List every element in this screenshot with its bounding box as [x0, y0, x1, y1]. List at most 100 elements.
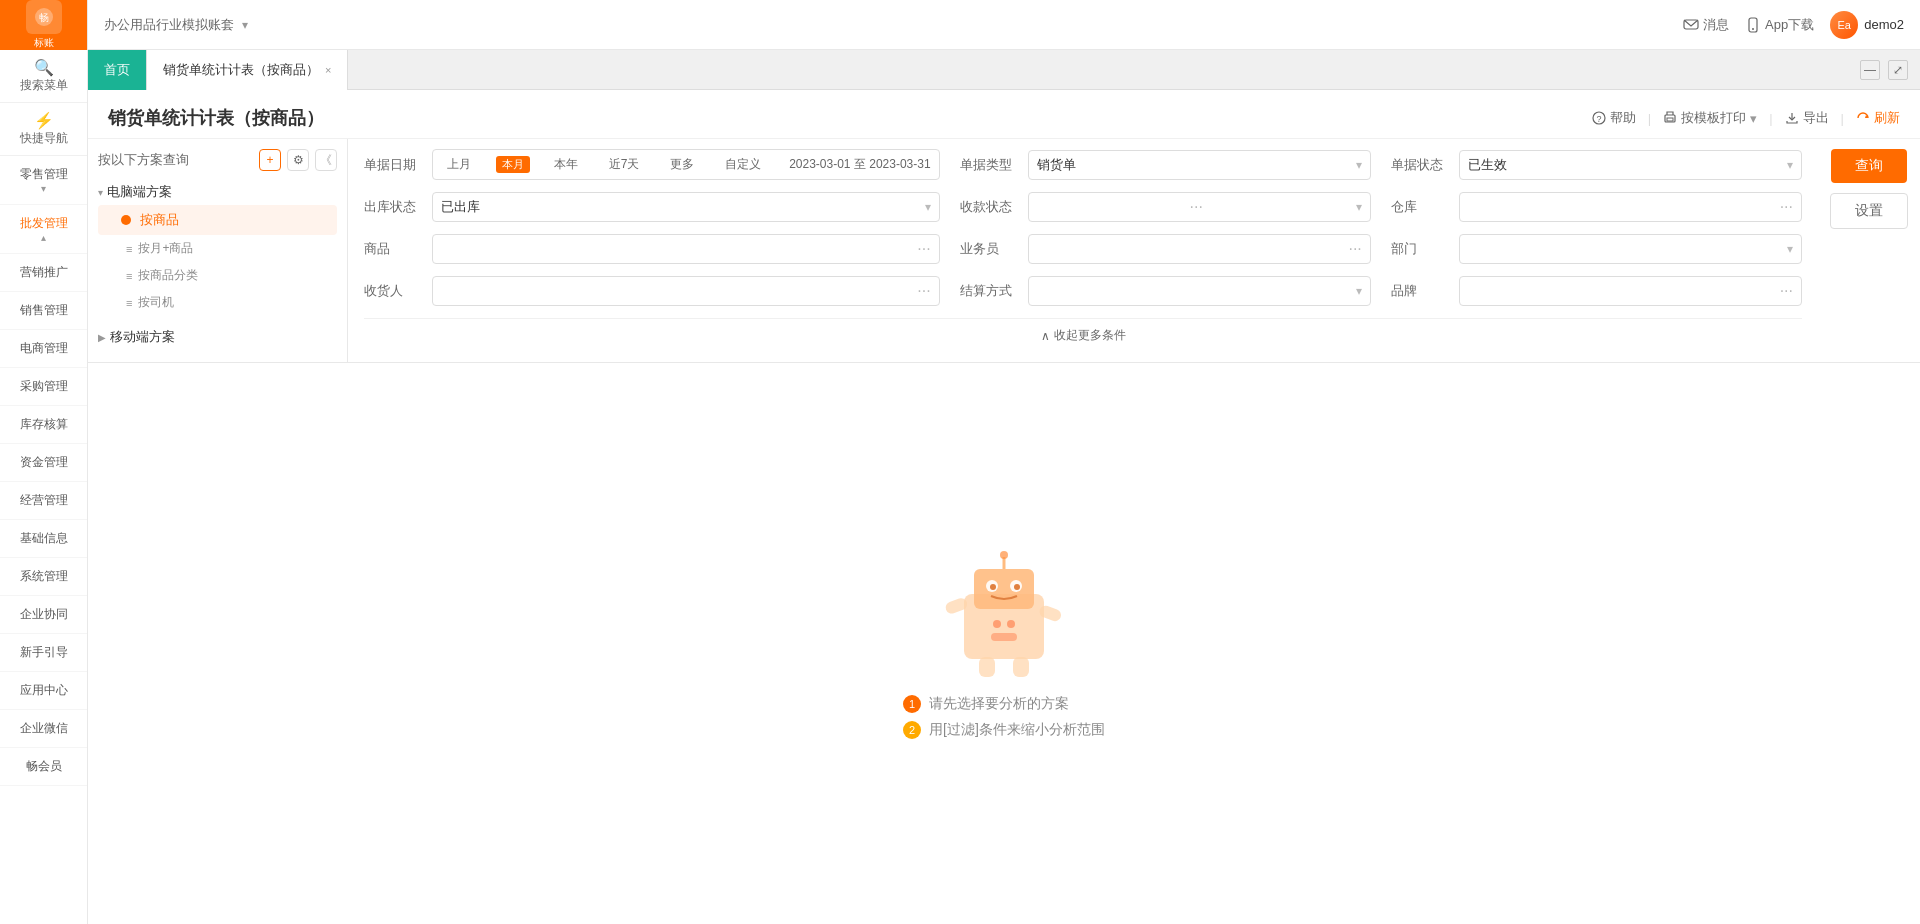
- receiver-dots[interactable]: ···: [917, 282, 930, 300]
- sidebar-item-wholesale[interactable]: 批发管理 ▴: [0, 205, 87, 254]
- help-button[interactable]: ? 帮助: [1592, 109, 1636, 127]
- sidebar-item-operations[interactable]: 经营管理: [0, 482, 87, 520]
- sidebar-item-ecom[interactable]: 电商管理: [0, 330, 87, 368]
- empty-hints: 1 请先选择要分析的方案 2 用[过滤]条件来缩小分析范围: [903, 695, 1105, 739]
- sidebar-item-corp[interactable]: 企业协同: [0, 596, 87, 634]
- sidebar-item-finance[interactable]: 资金管理: [0, 444, 87, 482]
- tab-active[interactable]: 销货单统计计表（按商品） ×: [147, 50, 348, 90]
- sidebar-item-member[interactable]: 畅会员: [0, 748, 87, 786]
- tab-home[interactable]: 首页: [88, 50, 147, 90]
- topbar-left: 办公用品行业模拟账套 ▾: [104, 16, 248, 34]
- date-range-input[interactable]: 上月 本月 本年 近7天 更多 自定义 2023-03-01 至 2023-03…: [432, 149, 940, 180]
- refresh-button[interactable]: 刷新: [1856, 109, 1900, 127]
- filter-row-1: 单据日期 上月 本月 本年 近7天 更多 自定义 2023-03-01 至 20…: [364, 149, 1802, 180]
- scheme-pc-header[interactable]: ▾ 电脑端方案: [98, 179, 337, 205]
- empty-svg: [929, 549, 1079, 679]
- svg-rect-24: [991, 633, 1017, 641]
- date-tab-custom[interactable]: 自定义: [719, 155, 767, 174]
- recv-status-input[interactable]: ··· ▾: [1028, 192, 1371, 222]
- warehouse-dots[interactable]: ···: [1780, 198, 1793, 216]
- sidebar-item-wecom[interactable]: 企业微信: [0, 710, 87, 748]
- print-icon: [1663, 111, 1677, 125]
- query-button[interactable]: 查询: [1831, 149, 1907, 183]
- goods-input[interactable]: ···: [432, 234, 940, 264]
- sidebar-item-inventory[interactable]: 库存核算: [0, 406, 87, 444]
- tab-minimize-btn[interactable]: —: [1860, 60, 1880, 80]
- divider1: |: [1648, 111, 1651, 126]
- empty-state: 1 请先选择要分析的方案 2 用[过滤]条件来缩小分析范围: [88, 363, 1920, 924]
- sidebar-item-basic[interactable]: 基础信息: [0, 520, 87, 558]
- topbar-dropdown-icon[interactable]: ▾: [242, 18, 248, 32]
- app-download-button[interactable]: App下载: [1745, 16, 1814, 34]
- recv-status-dots[interactable]: ···: [1190, 198, 1203, 216]
- date-tab-this-year[interactable]: 本年: [548, 155, 584, 174]
- salesman-dots[interactable]: ···: [1348, 240, 1361, 258]
- user-menu[interactable]: Ea demo2: [1830, 11, 1904, 39]
- scheme-item-goods[interactable]: 按商品: [98, 205, 337, 235]
- warehouse-label: 仓库: [1391, 198, 1451, 216]
- tab-maximize-btn[interactable]: ⤢: [1888, 60, 1908, 80]
- member-label: 畅会员: [4, 758, 83, 775]
- template-print-button[interactable]: 按模板打印 ▾: [1663, 109, 1757, 127]
- goods-dots[interactable]: ···: [917, 240, 930, 258]
- sidebar-item-retail[interactable]: 零售管理 ▾: [0, 156, 87, 205]
- out-status-input[interactable]: 已出库 ▾: [432, 192, 940, 222]
- topbar: 办公用品行业模拟账套 ▾ 消息 App下载 Ea demo2: [88, 0, 1920, 50]
- refresh-label: 刷新: [1874, 109, 1900, 127]
- empty-illustration: [929, 549, 1079, 679]
- logo[interactable]: 畅 标账: [0, 0, 87, 50]
- divider2: |: [1769, 111, 1772, 126]
- scheme-sub-category[interactable]: ≡ 按商品分类: [98, 262, 337, 289]
- sidebar-item-system[interactable]: 系统管理: [0, 558, 87, 596]
- doc-type-input[interactable]: 销货单 ▾: [1028, 150, 1371, 180]
- sidebar-shortcut[interactable]: ⚡ 快捷导航: [0, 103, 87, 156]
- payment-input[interactable]: ▾: [1028, 276, 1371, 306]
- collapse-bar[interactable]: ∧ 收起更多条件: [364, 318, 1802, 352]
- date-value: 2023-03-01 至 2023-03-31: [789, 156, 930, 173]
- date-tab-more[interactable]: 更多: [664, 155, 700, 174]
- brand-dots[interactable]: ···: [1780, 282, 1793, 300]
- sidebar-search[interactable]: 🔍 搜索菜单: [0, 50, 87, 103]
- tab-close-icon[interactable]: ×: [325, 64, 331, 76]
- filter-row-3: 商品 ··· 业务员 ···: [364, 234, 1802, 264]
- filter-form: 单据日期 上月 本月 本年 近7天 更多 自定义 2023-03-01 至 20…: [348, 139, 1818, 362]
- dept-input[interactable]: ▾: [1459, 234, 1802, 264]
- scheme-sub-driver[interactable]: ≡ 按司机: [98, 289, 337, 316]
- logo-text: 标账: [34, 36, 54, 50]
- receiver-input[interactable]: ···: [432, 276, 940, 306]
- msg-button[interactable]: 消息: [1683, 16, 1729, 34]
- svg-point-17: [1000, 551, 1008, 559]
- svg-text:?: ?: [1596, 114, 1601, 124]
- template-print-label: 按模板打印: [1681, 109, 1746, 127]
- dept-label: 部门: [1391, 240, 1451, 258]
- scheme-settings-btn[interactable]: ⚙: [287, 149, 309, 171]
- settings-button[interactable]: 设置: [1830, 193, 1908, 229]
- sidebar-item-sales[interactable]: 销售管理: [0, 292, 87, 330]
- export-button[interactable]: 导出: [1785, 109, 1829, 127]
- divider3: |: [1841, 111, 1844, 126]
- goods-scheme-label: 按商品: [140, 211, 179, 229]
- sidebar-item-purchase[interactable]: 采购管理: [0, 368, 87, 406]
- date-tab-last-month[interactable]: 上月: [441, 155, 477, 174]
- goods-label: 商品: [364, 240, 424, 258]
- sidebar-item-guide[interactable]: 新手引导: [0, 634, 87, 672]
- sidebar-nav: 零售管理 ▾ 批发管理 ▴ 营销推广 销售管理 电商管理 采购管理 库存核算 资…: [0, 156, 87, 924]
- brand-input[interactable]: ···: [1459, 276, 1802, 306]
- date-tab-this-month[interactable]: 本月: [496, 156, 530, 173]
- sidebar-item-appstore[interactable]: 应用中心: [0, 672, 87, 710]
- scheme-add-btn[interactable]: +: [259, 149, 281, 171]
- warehouse-input[interactable]: ···: [1459, 192, 1802, 222]
- doc-status-input[interactable]: 已生效 ▾: [1459, 150, 1802, 180]
- scheme-sub-month-goods[interactable]: ≡ 按月+商品: [98, 235, 337, 262]
- system-label: 系统管理: [4, 568, 83, 585]
- scheme-header-text: 按以下方案查询: [98, 151, 253, 169]
- scheme-collapse-btn[interactable]: 《: [315, 149, 337, 171]
- category-label: 按商品分类: [138, 267, 198, 284]
- sidebar-item-marketing[interactable]: 营销推广: [0, 254, 87, 292]
- topbar-industry: 办公用品行业模拟账套: [104, 16, 234, 34]
- filter-doc-type: 单据类型 销货单 ▾: [960, 150, 1371, 180]
- mobile-group-arrow: ▶: [98, 332, 106, 343]
- scheme-mobile-header[interactable]: ▶ 移动端方案: [98, 324, 337, 350]
- salesman-input[interactable]: ···: [1028, 234, 1371, 264]
- date-tab-7days[interactable]: 近7天: [603, 155, 646, 174]
